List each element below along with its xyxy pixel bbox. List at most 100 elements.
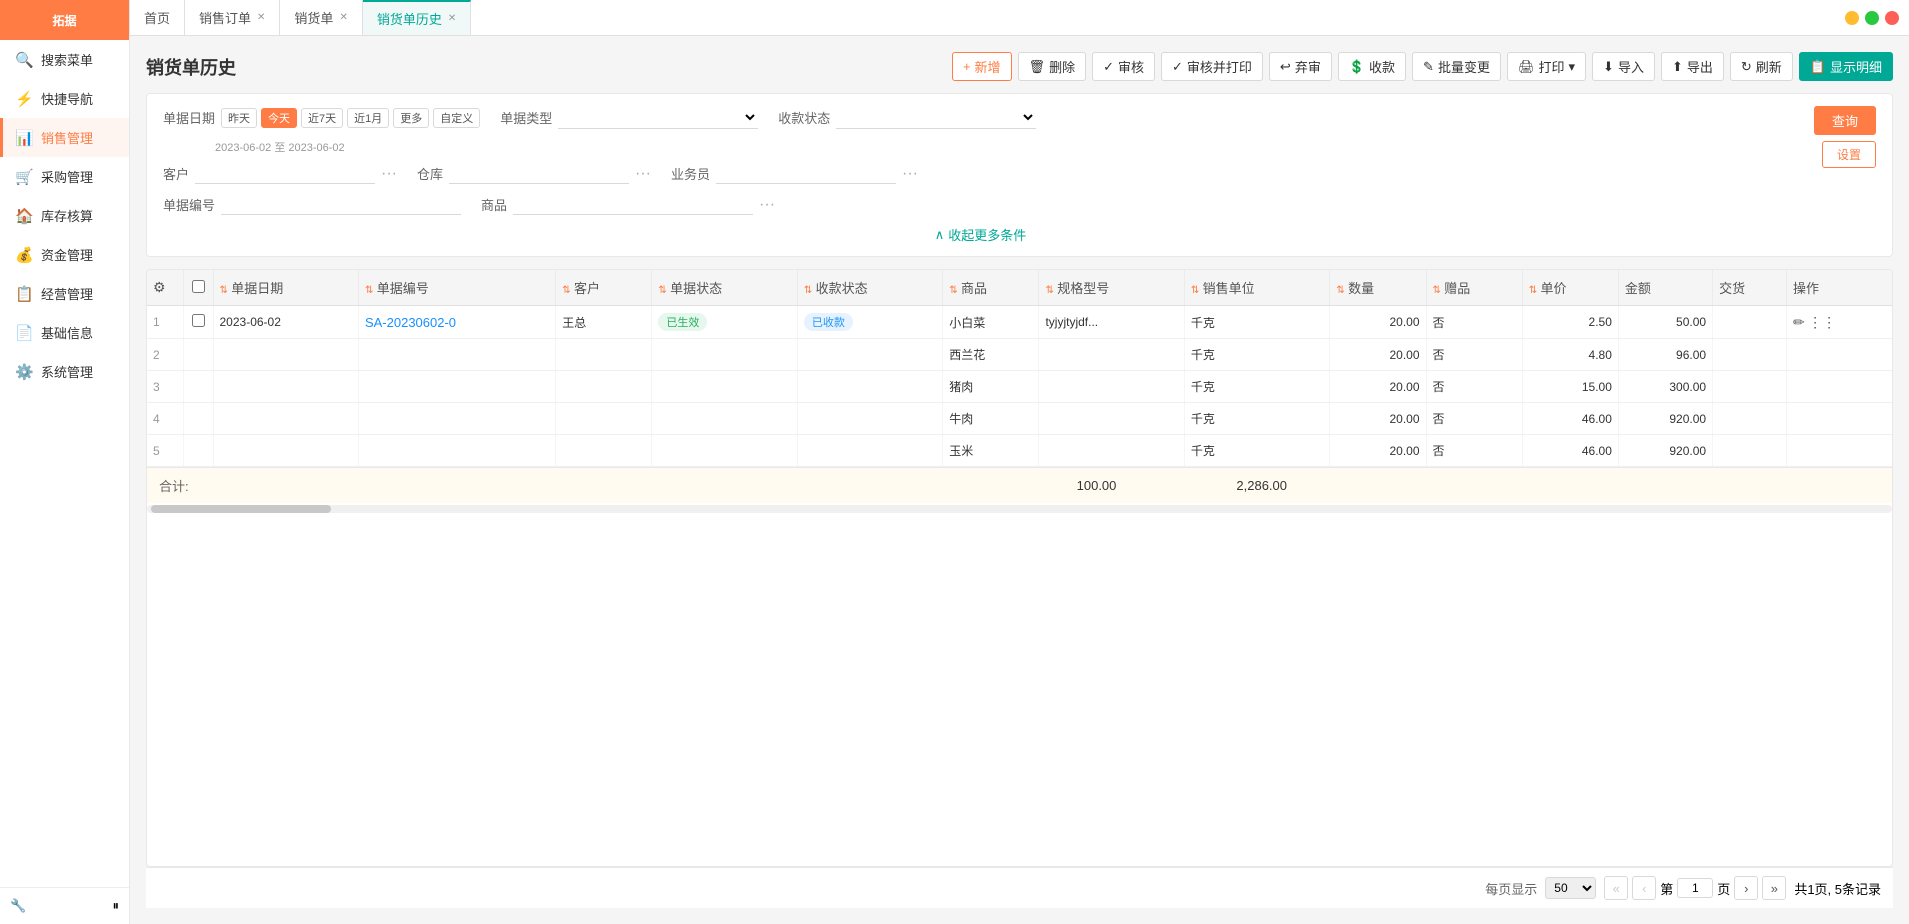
select-all-checkbox[interactable] [192, 280, 205, 293]
cell-customer [556, 435, 652, 467]
per-page-select[interactable]: 50 100 200 [1545, 877, 1596, 899]
sidebar-item-finance[interactable]: 💰 资金管理 [0, 235, 129, 274]
cell-checkbox[interactable] [183, 371, 213, 403]
cell-doc-num: SA-20230602-0 [358, 306, 555, 339]
system-icon: ⚙️ [15, 363, 33, 381]
refresh-button[interactable]: ↻ 刷新 [1730, 52, 1793, 81]
window-close-button[interactable] [1885, 11, 1899, 25]
warehouse-input[interactable] [449, 163, 629, 184]
page-number-input[interactable] [1677, 878, 1713, 898]
batch-change-button[interactable]: ✎ 批量变更 [1412, 52, 1501, 81]
sidebar-settings-icon[interactable]: 🔧 [10, 898, 26, 914]
staff-input[interactable] [716, 163, 896, 184]
sidebar-item-operations[interactable]: 📋 经营管理 [0, 274, 129, 313]
review-print-button[interactable]: ✓ 审核并打印 [1161, 52, 1263, 81]
th-gift[interactable]: ⇅ 赠品 [1426, 270, 1522, 306]
goods-input[interactable] [513, 194, 753, 215]
th-goods[interactable]: ⇅ 商品 [943, 270, 1039, 306]
delete-button[interactable]: 🗑 删除 [1018, 52, 1087, 81]
print-icon: 🖨 [1518, 59, 1535, 75]
content-area: 销货单历史 + 新增 🗑 删除 ✓ 审核 ✓ 审核并打印 [130, 36, 1909, 924]
close-icon[interactable]: ✕ [339, 12, 347, 23]
th-quantity[interactable]: ⇅ 数量 [1330, 270, 1426, 306]
settings-button[interactable]: 设置 [1822, 141, 1876, 168]
staff-picker-icon[interactable]: ··· [902, 165, 918, 183]
sidebar-collapse-icon[interactable]: ⏸ [113, 898, 120, 914]
last-page-button[interactable]: » [1762, 876, 1786, 900]
tab-sales-history[interactable]: 销货单历史 ✕ [363, 0, 471, 35]
scrollbar-thumb[interactable] [151, 505, 331, 513]
close-icon[interactable]: ✕ [448, 13, 456, 24]
goods-picker-icon[interactable]: ··· [759, 196, 775, 214]
doc-type-select[interactable] [558, 106, 758, 129]
sidebar-item-quicknav[interactable]: ⚡ 快捷导航 [0, 79, 129, 118]
show-details-button[interactable]: 📋 显示明细 [1799, 52, 1893, 81]
cell-amount: 300.00 [1618, 371, 1712, 403]
cell-sales-unit: 千克 [1184, 371, 1329, 403]
minimize-button[interactable] [1845, 11, 1859, 25]
tab-sales-order[interactable]: 销售订单 ✕ [185, 0, 280, 35]
sidebar-item-purchase[interactable]: 🛒 采购管理 [0, 157, 129, 196]
date-btn-today[interactable]: 今天 [261, 108, 297, 128]
sidebar-item-search[interactable]: 🔍 搜索菜单 [0, 40, 129, 79]
date-btn-yesterday[interactable]: 昨天 [221, 108, 257, 128]
cell-checkbox[interactable] [183, 403, 213, 435]
review-label: 审核 [1118, 57, 1144, 76]
abandon-button[interactable]: ↩ 弃审 [1269, 52, 1332, 81]
sidebar-item-inventory[interactable]: 🏠 库存核算 [0, 196, 129, 235]
date-btn-7days[interactable]: 近7天 [301, 108, 343, 128]
sidebar-item-sales[interactable]: 📊 销售管理 [0, 118, 129, 157]
th-unit-price[interactable]: ⇅ 单价 [1522, 270, 1618, 306]
export-button[interactable]: ⬆ 导出 [1661, 52, 1724, 81]
payment-status-select[interactable] [836, 106, 1036, 129]
date-btn-1month[interactable]: 近1月 [347, 108, 389, 128]
query-button[interactable]: 查询 [1814, 106, 1876, 135]
doc-status-badge: 已生效 [658, 313, 707, 331]
cell-checkbox[interactable] [183, 339, 213, 371]
th-payment-status[interactable]: ⇅ 收款状态 [797, 270, 942, 306]
cell-trade [1713, 371, 1787, 403]
th-settings[interactable]: ⚙ [147, 270, 183, 306]
sidebar-item-system[interactable]: ⚙️ 系统管理 [0, 352, 129, 391]
customer-input[interactable] [195, 163, 375, 184]
tab-home[interactable]: 首页 [130, 0, 185, 35]
customer-picker-icon[interactable]: ··· [381, 165, 397, 183]
collect-button[interactable]: 💲 收款 [1338, 52, 1406, 81]
sort-icon: ⇅ [1433, 285, 1441, 296]
cell-checkbox[interactable] [183, 435, 213, 467]
settings-gear-icon[interactable]: ⚙ [153, 279, 166, 295]
doc-num-input[interactable] [221, 194, 461, 215]
th-sales-unit-label: 销售单位 [1203, 281, 1255, 296]
maximize-button[interactable] [1865, 11, 1879, 25]
th-doc-num[interactable]: ⇅ 单据编号 [358, 270, 555, 306]
sort-icon: ⇅ [562, 285, 570, 296]
th-doc-date[interactable]: ⇅ 单据日期 [213, 270, 358, 306]
edit-icon[interactable]: ✏ [1793, 314, 1805, 330]
new-button[interactable]: + 新增 [952, 52, 1012, 81]
horizontal-scrollbar[interactable] [147, 505, 1892, 513]
sidebar-item-basic-info[interactable]: 📄 基础信息 [0, 313, 129, 352]
import-button[interactable]: ⬇ 导入 [1592, 52, 1655, 81]
review-button[interactable]: ✓ 审核 [1092, 52, 1155, 81]
row-checkbox[interactable] [192, 314, 205, 327]
export-label: 导出 [1687, 57, 1713, 76]
next-page-button[interactable]: › [1734, 876, 1758, 900]
th-doc-status[interactable]: ⇅ 单据状态 [652, 270, 797, 306]
collapse-btn[interactable]: ∧ 收起更多条件 [163, 225, 1798, 244]
th-customer[interactable]: ⇅ 客户 [556, 270, 652, 306]
cell-checkbox[interactable] [183, 306, 213, 339]
cell-unit-price: 2.50 [1522, 306, 1618, 339]
first-page-button[interactable]: « [1604, 876, 1628, 900]
date-btn-custom[interactable]: 自定义 [433, 108, 480, 128]
cell-trade [1713, 306, 1787, 339]
close-icon[interactable]: ✕ [257, 12, 265, 23]
th-sales-unit[interactable]: ⇅ 销售单位 [1184, 270, 1329, 306]
prev-page-button[interactable]: ‹ [1632, 876, 1656, 900]
date-btn-more[interactable]: 更多 [393, 108, 429, 128]
warehouse-picker-icon[interactable]: ··· [635, 165, 651, 183]
tab-sales-goods[interactable]: 销货单 ✕ [280, 0, 362, 35]
th-spec-type[interactable]: ⇅ 规格型号 [1039, 270, 1184, 306]
print-button[interactable]: 🖨 打印 ▾ [1507, 52, 1586, 81]
doc-num-link[interactable]: SA-20230602-0 [365, 315, 456, 330]
more-icon[interactable]: ⋮⋮ [1808, 314, 1836, 330]
